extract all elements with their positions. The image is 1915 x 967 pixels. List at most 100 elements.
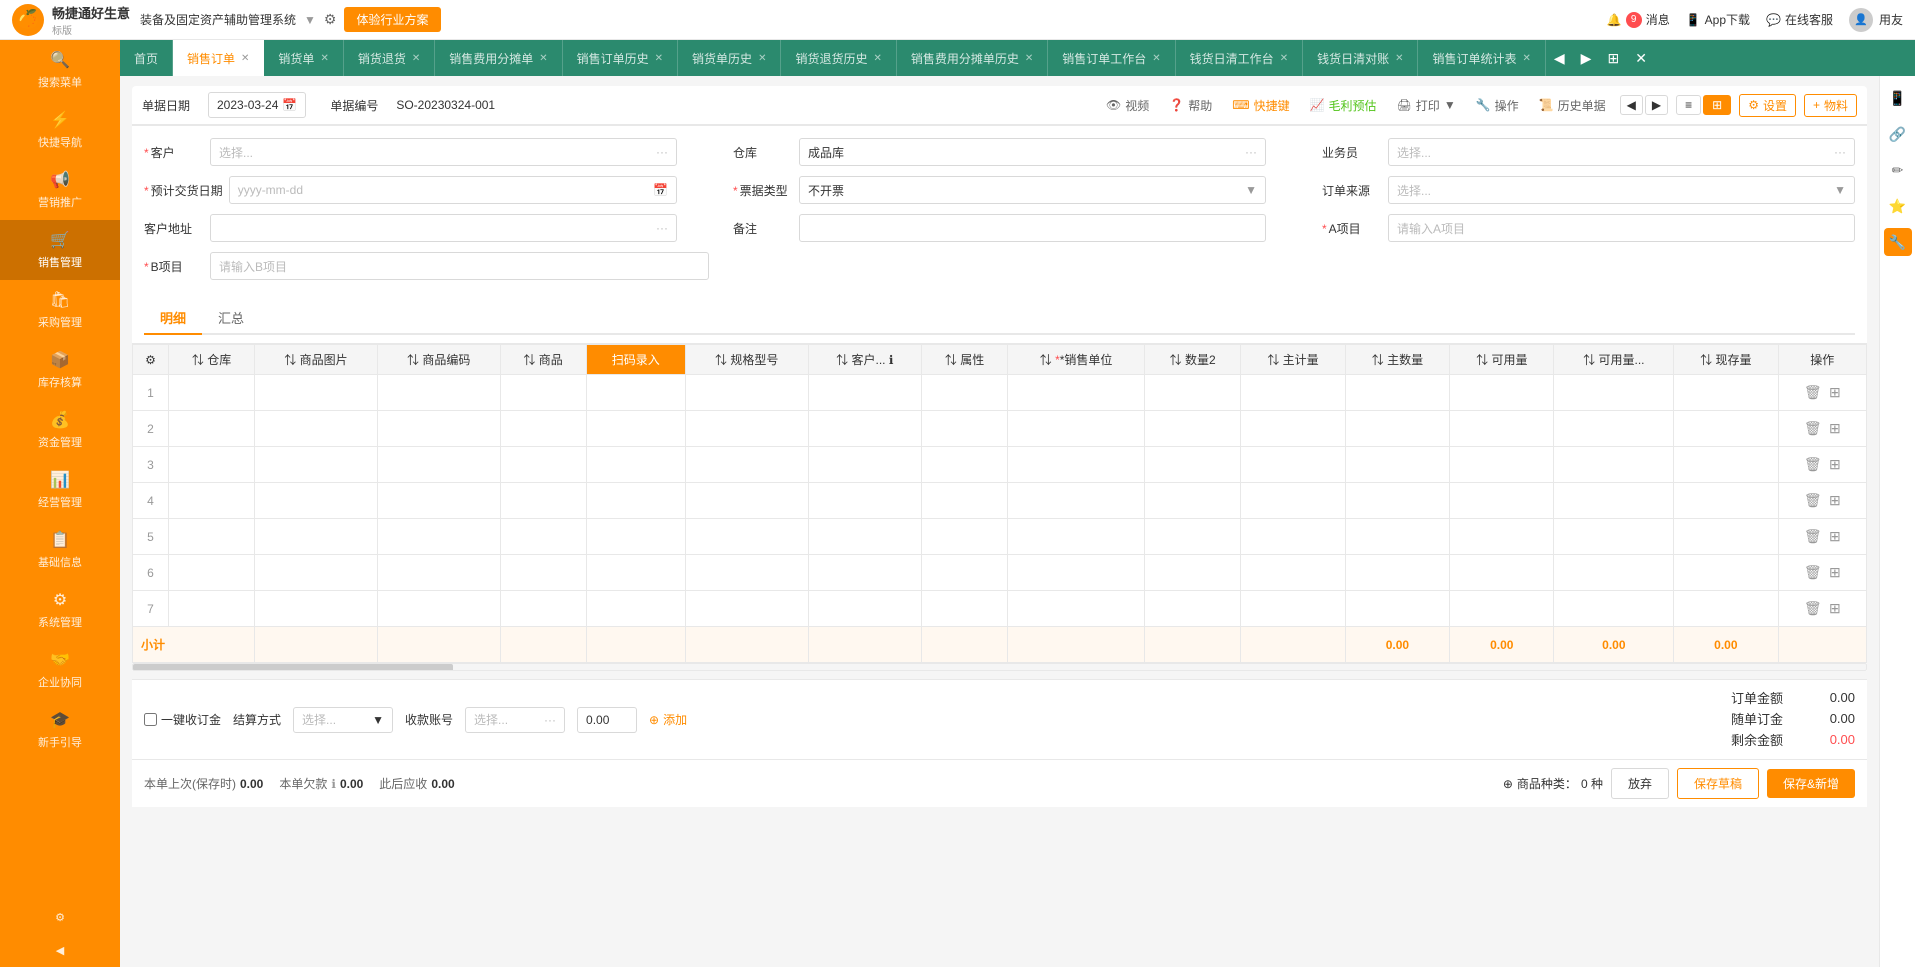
sidebar-item-purchase[interactable]: 🛍 采购管理	[0, 280, 120, 340]
sidebar-item-finance[interactable]: 💰 资金管理	[0, 400, 120, 460]
tab-sales-return-history[interactable]: 销货退货历史 ✕	[781, 40, 896, 76]
tab-sales-fee[interactable]: 销售费用分摊单 ✕	[435, 40, 562, 76]
tab-sales-order[interactable]: 销售订单 ✕	[173, 40, 264, 76]
list-view-btn[interactable]: ≡	[1676, 95, 1701, 115]
salesperson-input[interactable]: 选择... ···	[1388, 138, 1855, 166]
delete-btn[interactable]: 🗑	[1804, 564, 1822, 581]
sidebar-collapse[interactable]: ◀	[0, 934, 120, 967]
tab-home[interactable]: 首页	[120, 40, 173, 76]
copy-btn[interactable]: ⊞	[1829, 600, 1841, 617]
tab-prev[interactable]: ◀	[1546, 40, 1573, 76]
app-download[interactable]: 📱 App下载	[1686, 11, 1750, 28]
quick-payment-checkbox[interactable]: 一键收订金	[144, 711, 221, 728]
delete-btn[interactable]: 🗑	[1804, 600, 1822, 617]
tab-next[interactable]: ▶	[1573, 40, 1600, 76]
operate-btn[interactable]: 🔧 操作	[1470, 95, 1525, 116]
tab-summary[interactable]: 汇总	[202, 302, 260, 333]
tab-sales-fee-close[interactable]: ✕	[539, 53, 547, 64]
data-table-scroll[interactable]: ⚙ ⇅ 仓库 ⇅ 商品图片	[132, 344, 1867, 663]
next-record-btn[interactable]: ▶	[1645, 95, 1668, 115]
tab-sales-order-history[interactable]: 销售订单历史 ✕	[563, 40, 678, 76]
tab-sales-fee-history-close[interactable]: ✕	[1025, 53, 1033, 64]
discard-btn[interactable]: 放弃	[1611, 768, 1669, 799]
notice-bell[interactable]: 🔔 9 消息	[1607, 11, 1670, 28]
delete-btn[interactable]: 🗑	[1804, 384, 1822, 401]
amount-input[interactable]: 0.00	[577, 707, 637, 733]
tab-sales-stat-close[interactable]: ✕	[1523, 53, 1531, 64]
quick-payment-input[interactable]	[144, 713, 157, 726]
tab-close-all[interactable]: ✕	[1627, 40, 1655, 76]
delivery-date-input[interactable]: yyyy-mm-dd 📅	[229, 176, 677, 204]
right-panel-btn-3[interactable]: ✏	[1884, 156, 1912, 184]
copy-btn[interactable]: ⊞	[1829, 528, 1841, 545]
down-arrow-icon[interactable]: ▼	[304, 13, 316, 27]
receipt-no-select[interactable]: 选择... ···	[465, 707, 565, 733]
industry-btn[interactable]: 体验行业方案	[344, 7, 440, 32]
settings-btn[interactable]: ⚙ 设置	[1739, 94, 1796, 117]
tab-more[interactable]: ⊞	[1599, 40, 1627, 76]
tab-sales-return[interactable]: 销货退货 ✕	[344, 40, 435, 76]
sidebar-item-business[interactable]: 📊 经营管理	[0, 460, 120, 520]
th-settings[interactable]: ⚙	[133, 345, 169, 375]
copy-btn[interactable]: ⊞	[1829, 456, 1841, 473]
tab-sales-order-history-close[interactable]: ✕	[655, 53, 663, 64]
delete-btn[interactable]: 🗑	[1804, 528, 1822, 545]
order-source-input[interactable]: 选择... ▼	[1388, 176, 1855, 204]
tab-sales-order-close[interactable]: ✕	[241, 53, 249, 64]
online-service[interactable]: 💬 在线客服	[1766, 11, 1833, 28]
save-draft-btn[interactable]: 保存草稿	[1677, 768, 1759, 799]
help-btn[interactable]: ❓ 帮助	[1163, 95, 1218, 116]
history-btn[interactable]: 📜 历史单据	[1533, 95, 1612, 116]
address-input[interactable]: ···	[210, 214, 677, 242]
save-new-btn[interactable]: 保存&新增	[1767, 769, 1855, 798]
tab-sales-goods-history[interactable]: 销货单历史 ✕	[678, 40, 781, 76]
add-btn[interactable]: ⊕ 添加	[649, 711, 687, 728]
tab-sales-return-history-close[interactable]: ✕	[873, 53, 881, 64]
sidebar-item-collab[interactable]: 🤝 企业协同	[0, 640, 120, 700]
sidebar-settings[interactable]: ⚙	[0, 901, 120, 934]
tab-cashflow-reconcile-close[interactable]: ✕	[1395, 53, 1403, 64]
sidebar-item-nav[interactable]: ⚡ 快捷导航	[0, 100, 120, 160]
tab-sales-workbench-close[interactable]: ✕	[1152, 53, 1160, 64]
date-input[interactable]: 2023-03-24 📅	[208, 92, 306, 118]
delete-btn[interactable]: 🗑	[1804, 492, 1822, 509]
delete-btn[interactable]: 🗑	[1804, 456, 1822, 473]
sidebar-item-basic[interactable]: 📋 基础信息	[0, 520, 120, 580]
shortcut-btn[interactable]: ⌨ 快捷键	[1226, 95, 1295, 116]
detail-view-btn[interactable]: ⊞	[1703, 95, 1731, 115]
right-panel-btn-5[interactable]: 🔧	[1884, 228, 1912, 256]
th-barcode[interactable]: 扫码录入	[586, 345, 685, 375]
tab-sales-stat[interactable]: 销售订单统计表 ✕	[1418, 40, 1545, 76]
tab-cashflow-workbench[interactable]: 钱货日清工作台 ✕	[1176, 40, 1303, 76]
warehouse-input[interactable]: 成品库 ···	[799, 138, 1266, 166]
a-project-input[interactable]: 请输入A项目	[1388, 214, 1855, 242]
horizontal-scrollbar[interactable]	[132, 663, 1867, 671]
tab-sales-goods-history-close[interactable]: ✕	[758, 53, 766, 64]
tab-sales-workbench[interactable]: 销售订单工作台 ✕	[1048, 40, 1175, 76]
right-panel-btn-1[interactable]: 📱	[1884, 84, 1912, 112]
view-btn[interactable]: 👁 视频	[1100, 95, 1155, 116]
sidebar-item-guide[interactable]: 🎓 新手引导	[0, 700, 120, 760]
tab-sales-goods-close[interactable]: ✕	[320, 53, 328, 64]
sidebar-item-system[interactable]: ⚙ 系统管理	[0, 580, 120, 640]
sidebar-item-sales[interactable]: 🛒 销售管理	[0, 220, 120, 280]
profit-btn[interactable]: 📈 毛利预估	[1304, 95, 1383, 116]
b-project-input[interactable]: 请输入B项目	[210, 252, 709, 280]
prev-record-btn[interactable]: ◀	[1620, 95, 1643, 115]
user-area[interactable]: 👤 用友	[1849, 8, 1903, 32]
tab-cashflow-reconcile[interactable]: 钱货日清对账 ✕	[1303, 40, 1418, 76]
sidebar-item-marketing[interactable]: 📢 营销推广	[0, 160, 120, 220]
copy-btn[interactable]: ⊞	[1829, 384, 1841, 401]
gear-icon[interactable]: ⚙	[324, 11, 337, 28]
print-btn[interactable]: 🖨 打印 ▼	[1391, 95, 1462, 116]
tab-sales-return-close[interactable]: ✕	[412, 53, 420, 64]
add-material-btn[interactable]: + 物料	[1804, 94, 1857, 117]
tab-sales-fee-history[interactable]: 销售费用分摊单历史 ✕	[897, 40, 1048, 76]
note-input[interactable]	[799, 214, 1266, 242]
tab-detail[interactable]: 明细	[144, 302, 202, 335]
sidebar-item-inventory[interactable]: 📦 库存核算	[0, 340, 120, 400]
invoice-type-select[interactable]: 不开票 ▼	[799, 176, 1266, 204]
copy-btn[interactable]: ⊞	[1829, 420, 1841, 437]
delete-btn[interactable]: 🗑	[1804, 420, 1822, 437]
copy-btn[interactable]: ⊞	[1829, 564, 1841, 581]
